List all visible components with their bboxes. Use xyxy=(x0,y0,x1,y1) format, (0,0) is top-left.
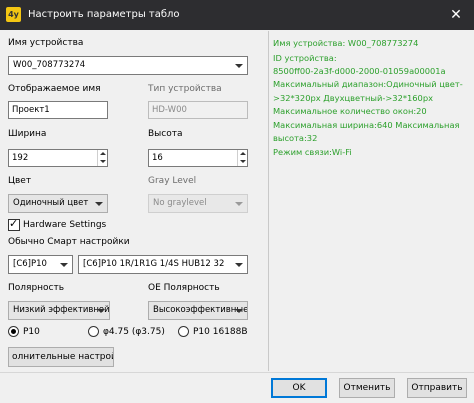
smart-module-value: [C6]P10 xyxy=(13,259,47,269)
info-line: Имя устройства: W00_708773274 xyxy=(273,38,419,48)
radio-p10-16188b[interactable] xyxy=(178,326,189,337)
display-name-label: Отображаемое имя xyxy=(8,84,101,94)
footer-divider xyxy=(0,372,474,373)
height-spin-buttons[interactable] xyxy=(237,150,247,166)
radio-phi475[interactable] xyxy=(88,326,99,337)
device-name-select[interactable]: W00_708773274 xyxy=(8,56,248,75)
info-line: ID устройства: xyxy=(273,53,337,63)
extra-settings-button[interactable]: олнительные настрой xyxy=(8,347,114,367)
height-stepper[interactable]: 16 xyxy=(148,149,248,167)
device-type-label: Тип устройства xyxy=(148,84,222,94)
cancel-button[interactable]: Отменить xyxy=(339,378,395,398)
chevron-down-icon xyxy=(235,263,243,267)
smart-module-select[interactable]: [C6]P10 xyxy=(8,255,73,274)
radio-p10[interactable] xyxy=(8,326,19,337)
window-title: Настроить параметры табло xyxy=(28,9,180,20)
polarity-select[interactable]: Низкий эффективной xyxy=(8,301,110,320)
app-logo-icon: 4y xyxy=(6,7,21,22)
chevron-down-icon xyxy=(97,309,105,313)
width-label: Ширина xyxy=(8,129,47,139)
chevron-down-icon xyxy=(95,202,103,206)
radio-phi475-label: φ4.75 (φ3.75) xyxy=(103,327,165,337)
smart-scan-value: [C6]P10 1R/1R1G 1/4S HUB12 32 xyxy=(83,259,225,269)
oe-polarity-value: Высокоэффективные xyxy=(153,305,248,315)
hardware-settings-checkbox[interactable]: ✓ xyxy=(8,217,20,231)
spin-down-icon[interactable] xyxy=(237,158,247,166)
ok-button[interactable]: OK xyxy=(271,378,327,398)
info-line: >32*320px Двухцветный->32*160px xyxy=(273,93,434,103)
info-line: Максимальный диапазон:Одиночный цвет- xyxy=(273,79,463,89)
close-icon[interactable]: ✕ xyxy=(448,7,464,23)
oe-polarity-label: OE Полярность xyxy=(148,283,220,293)
info-line: Режим связи:Wi-Fi xyxy=(273,147,352,157)
gray-level-label: Gray Level xyxy=(148,176,197,186)
radio-selected-dot xyxy=(11,329,16,334)
display-name-input[interactable]: Проект1 xyxy=(8,101,108,119)
gray-level-value: No graylevel xyxy=(153,198,207,208)
device-type-input[interactable]: HD-W00 xyxy=(148,101,248,119)
info-line: Максимальная ширина:640 Максимальная xyxy=(273,120,460,130)
smart-settings-label: Обычно Смарт настройки xyxy=(8,237,130,247)
device-name-label: Имя устройства xyxy=(8,38,84,48)
title-bar: 4y Настроить параметры табло ✕ xyxy=(0,0,474,30)
chevron-down-icon xyxy=(235,64,243,68)
color-label: Цвет xyxy=(8,176,32,186)
color-select[interactable]: Одиночный цвет xyxy=(8,194,108,213)
device-info-panel: Имя устройства: W00_708773274 ID устройс… xyxy=(268,31,474,371)
hardware-settings-label: Hardware Settings xyxy=(23,220,107,230)
chevron-down-icon xyxy=(235,202,243,206)
gray-level-select[interactable]: No graylevel xyxy=(148,194,248,213)
polarity-label: Полярность xyxy=(8,283,65,293)
polarity-value: Низкий эффективной xyxy=(13,305,110,315)
color-value: Одиночный цвет xyxy=(13,198,89,208)
height-label: Высота xyxy=(148,129,183,139)
info-line: 8500ff00-2a3f-d000-2000-01059a00001a xyxy=(273,66,446,76)
width-value: 192 xyxy=(12,153,29,163)
send-button[interactable]: Отправить xyxy=(407,378,467,398)
spin-up-icon[interactable] xyxy=(97,150,107,158)
chevron-down-icon xyxy=(60,263,68,267)
width-spin-buttons[interactable] xyxy=(97,150,107,166)
checkmark-icon: ✓ xyxy=(9,217,19,230)
smart-scan-select[interactable]: [C6]P10 1R/1R1G 1/4S HUB12 32 xyxy=(78,255,248,274)
spin-up-icon[interactable] xyxy=(237,150,247,158)
oe-polarity-select[interactable]: Высокоэффективные xyxy=(148,301,248,320)
width-stepper[interactable]: 192 xyxy=(8,149,108,167)
device-name-value: W00_708773274 xyxy=(13,60,86,70)
height-value: 16 xyxy=(152,153,163,163)
info-line: Максимальное количество окон:20 xyxy=(273,106,427,116)
info-line: высота:32 xyxy=(273,133,318,143)
radio-p10-label: P10 xyxy=(23,327,40,337)
radio-p10-16188b-label: P10 16188B xyxy=(193,327,248,337)
chevron-down-icon xyxy=(235,309,243,313)
spin-down-icon[interactable] xyxy=(97,158,107,166)
